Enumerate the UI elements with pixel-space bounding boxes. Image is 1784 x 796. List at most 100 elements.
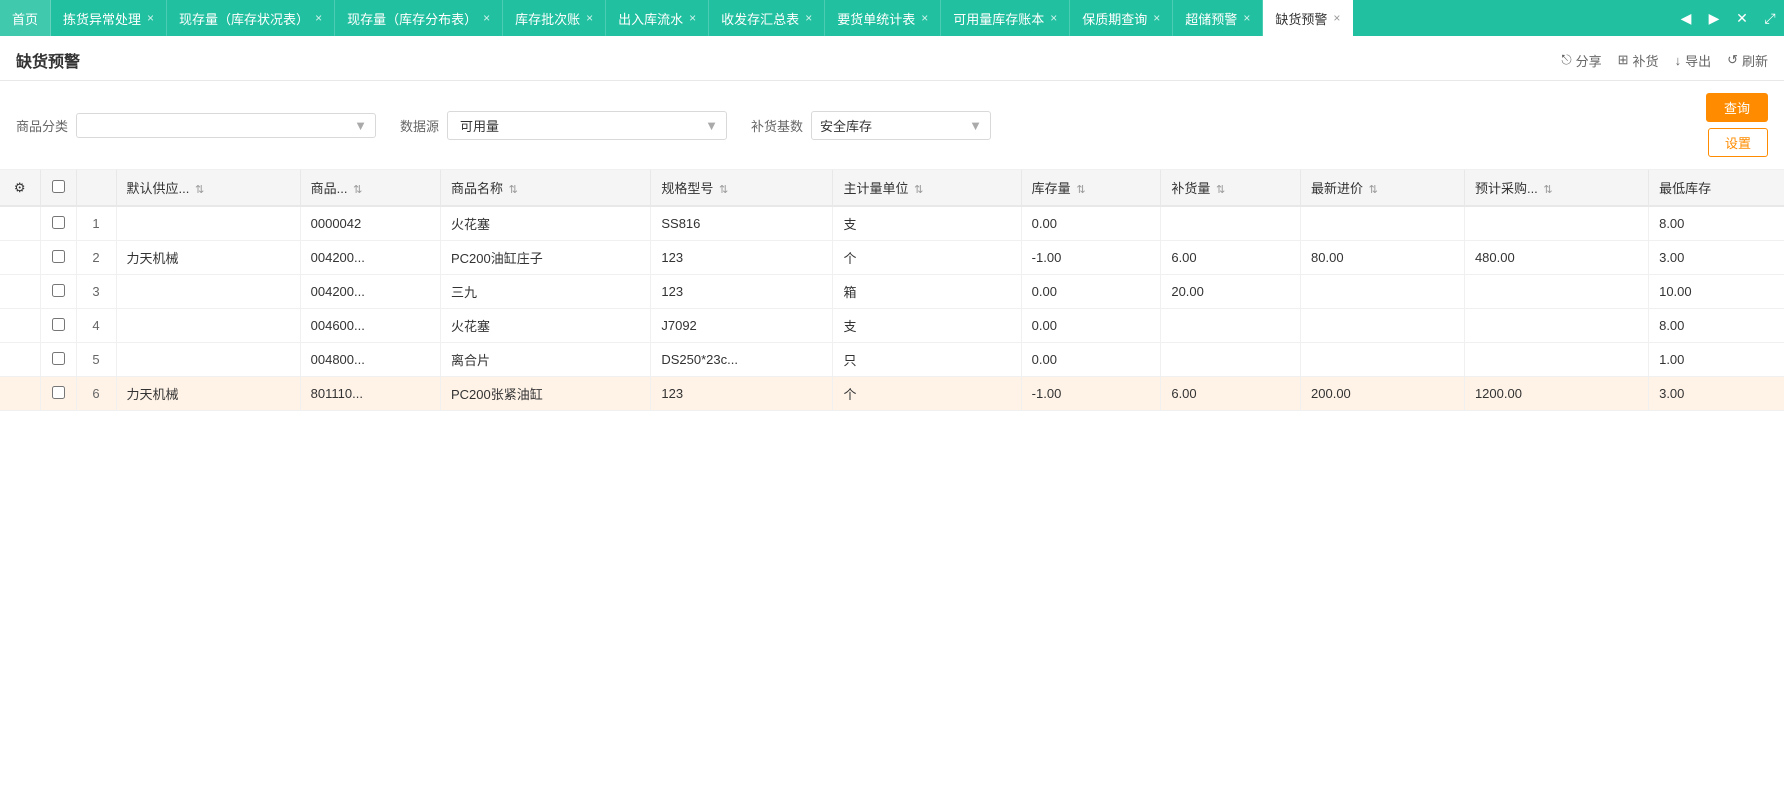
row-code-0: 0000042 [300,206,440,241]
datasource-arrow-icon: ▼ [705,118,718,133]
category-select[interactable]: ▼ [76,113,376,138]
tab-summary[interactable]: 收发存汇总表 × [709,0,825,36]
row-checkbox-5[interactable] [52,386,65,399]
row-check-0[interactable] [40,206,76,241]
row-check-3[interactable] [40,309,76,343]
row-index-5: 6 [76,377,116,411]
col-header-gear[interactable]: ⚙ [0,170,40,206]
row-replenish-0 [1161,206,1301,241]
table-row: 2 力天机械 004200... PC200油缸庄子 123 个 -1.00 6… [0,241,1784,275]
tab-prev-button[interactable]: ◀ [1672,0,1700,36]
datasource-select[interactable]: 可用量 ▼ [447,111,727,140]
header-actions: ⎋ 分享 ⊞ 补货 ↓ 导出 ↺ 刷新 [1561,51,1768,70]
row-code-4: 004800... [300,343,440,377]
tab-close-all-button[interactable]: ✕ [1728,0,1756,36]
row-check-4[interactable] [40,343,76,377]
tab-stock1[interactable]: 现存量（库存状况表） × [167,0,335,36]
refresh-icon: ↺ [1727,52,1738,68]
tab-close-overstock[interactable]: × [1243,11,1250,25]
col-header-spec[interactable]: 规格型号 ⇅ [651,170,833,206]
query-button[interactable]: 查询 [1706,93,1768,122]
tab-close-stock1[interactable]: × [315,11,322,25]
col-header-minstock[interactable]: 最低库存 [1649,170,1784,206]
category-label: 商品分类 [16,116,68,135]
tab-close-batch[interactable]: × [586,11,593,25]
col-header-name[interactable]: 商品名称 ⇅ [440,170,650,206]
replenish-button[interactable]: ⊞ 补货 [1618,51,1659,70]
col-header-replenish[interactable]: 补货量 ⇅ [1161,170,1301,206]
row-spec-5: 123 [651,377,833,411]
row-name-1: PC200油缸庄子 [440,241,650,275]
tab-close-summary[interactable]: × [805,11,812,25]
tab-expiry[interactable]: 保质期查询 × [1070,0,1173,36]
row-check-2[interactable] [40,275,76,309]
row-replenish-2: 20.00 [1161,275,1301,309]
row-checkbox-3[interactable] [52,318,65,331]
col-header-estimated[interactable]: 预计采购... ⇅ [1464,170,1648,206]
tab-close-flow[interactable]: × [689,11,696,25]
datasource-label: 数据源 [400,116,439,135]
row-price-5: 200.00 [1301,377,1465,411]
main-content: 缺货预警 ⎋ 分享 ⊞ 补货 ↓ 导出 ↺ 刷新 商品分类 [0,36,1784,796]
row-checkbox-0[interactable] [52,216,65,229]
base-select[interactable]: 安全库存 ▼ [811,111,991,140]
select-all-checkbox[interactable] [52,180,65,193]
export-button[interactable]: ↓ 导出 [1675,51,1712,70]
tab-close-picking[interactable]: × [147,11,154,25]
col-header-code[interactable]: 商品... ⇅ [300,170,440,206]
table-row: 4 004600... 火花塞 J7092 支 0.00 8.00 [0,309,1784,343]
row-checkbox-1[interactable] [52,250,65,263]
tab-overstock[interactable]: 超储预警 × [1173,0,1263,36]
tab-close-shortage[interactable]: × [1333,11,1340,25]
tab-stock2[interactable]: 现存量（库存分布表） × [335,0,503,36]
row-checkbox-2[interactable] [52,284,65,297]
tab-shortage[interactable]: 缺货预警 × [1263,0,1353,36]
datasource-value: 可用量 [460,116,499,135]
tab-expand-button[interactable]: ⤢ [1756,0,1784,36]
filter-base-group: 补货基数 安全库存 ▼ [751,111,991,140]
col-replenish-label: 补货量 [1171,181,1210,196]
tab-flow[interactable]: 出入库流水 × [606,0,709,36]
row-name-0: 火花塞 [440,206,650,241]
tab-close-stock2[interactable]: × [483,11,490,25]
col-header-unit[interactable]: 主计量单位 ⇅ [833,170,1021,206]
sort-estimated-icon: ⇅ [1543,184,1552,196]
col-minstock-label: 最低库存 [1659,181,1711,196]
col-header-price[interactable]: 最新进价 ⇅ [1301,170,1465,206]
share-button[interactable]: ⎋ 分享 [1561,51,1601,70]
export-icon: ↓ [1675,53,1682,68]
col-code-label: 商品... [311,181,348,196]
row-check-1[interactable] [40,241,76,275]
col-header-supplier[interactable]: 默认供应... ⇅ [116,170,300,206]
tab-batch[interactable]: 库存批次账 × [503,0,606,36]
col-spec-label: 规格型号 [661,181,713,196]
row-check-5[interactable] [40,377,76,411]
tab-close-expiry[interactable]: × [1153,11,1160,25]
row-unit-2: 箱 [833,275,1021,309]
row-code-1: 004200... [300,241,440,275]
row-checkbox-4[interactable] [52,352,65,365]
tab-requisition[interactable]: 要货单统计表 × [825,0,941,36]
row-replenish-5: 6.00 [1161,377,1301,411]
sort-price-icon: ⇅ [1369,184,1378,196]
tab-home[interactable]: 首页 [0,0,51,36]
tab-next-button[interactable]: ▶ [1700,0,1728,36]
filter-category-group: 商品分类 ▼ [16,113,376,138]
tab-close-requisition[interactable]: × [921,11,928,25]
settings-button[interactable]: 设置 [1708,128,1768,157]
row-stock-1: -1.00 [1021,241,1161,275]
row-stock-0: 0.00 [1021,206,1161,241]
row-index-1: 2 [76,241,116,275]
row-code-3: 004600... [300,309,440,343]
refresh-button[interactable]: ↺ 刷新 [1727,51,1768,70]
tab-picking[interactable]: 拣货异常处理 × [51,0,167,36]
row-estimated-3 [1464,309,1648,343]
sort-unit-icon: ⇅ [914,184,923,196]
col-header-stock[interactable]: 库存量 ⇅ [1021,170,1161,206]
row-gear-2 [0,275,40,309]
col-header-check[interactable] [40,170,76,206]
filter-bar: 商品分类 ▼ 数据源 可用量 ▼ 补货基数 安全库存 ▼ 查询 设置 [0,81,1784,170]
tab-close-available[interactable]: × [1050,11,1057,25]
row-minstock-1: 3.00 [1649,241,1784,275]
tab-available[interactable]: 可用量库存账本 × [941,0,1070,36]
